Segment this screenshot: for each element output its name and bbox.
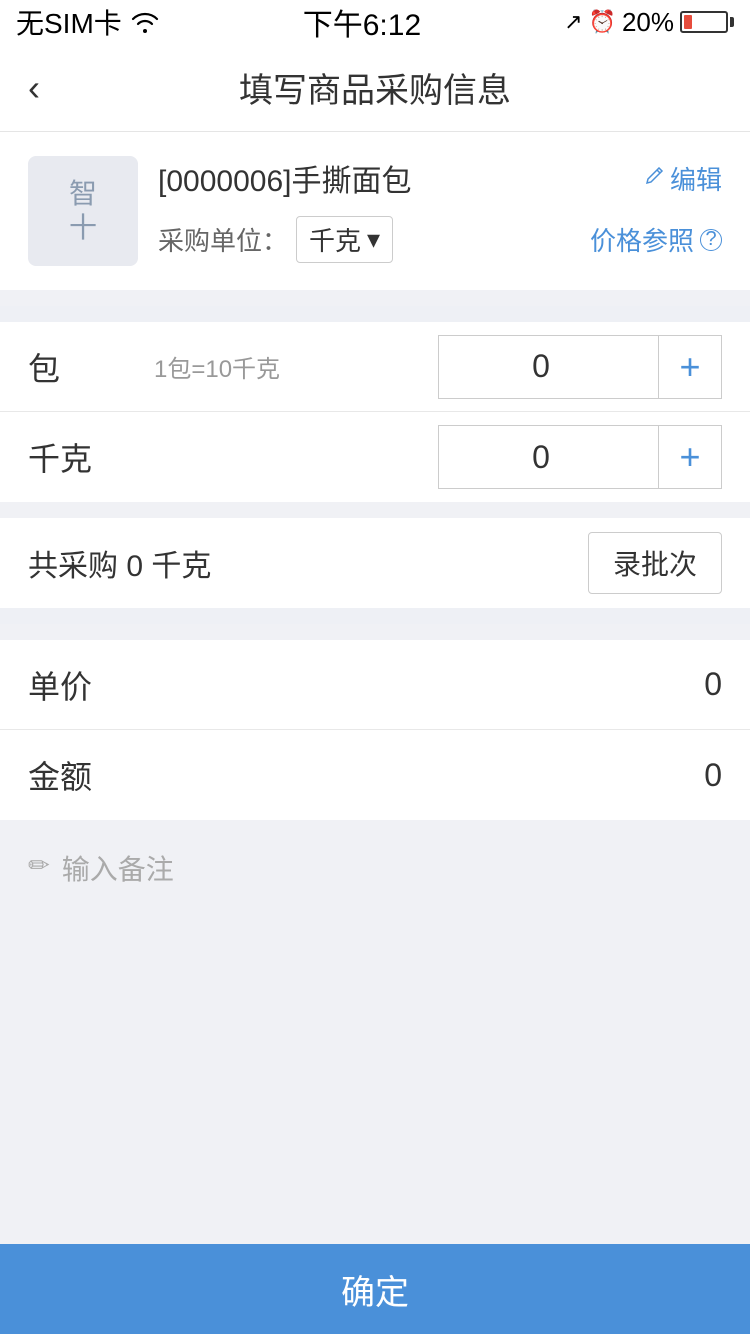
bao-plus-button[interactable]: +	[658, 335, 722, 399]
alarm-icon: ⏰	[589, 9, 616, 35]
bao-input-right: +	[438, 335, 722, 399]
note-placeholder: 输入备注	[62, 848, 174, 888]
nav-bar: ‹ 填写商品采购信息	[0, 44, 750, 132]
bao-quantity-input[interactable]	[438, 335, 658, 399]
summary-text: 共采购 0 千克	[28, 541, 211, 585]
batch-button[interactable]: 录批次	[588, 532, 722, 594]
product-header: [0000006]手撕面包 编辑	[158, 156, 722, 200]
unit-price-row: 单价 0	[0, 640, 750, 730]
amount-value: 0	[704, 757, 722, 794]
kg-plus-button[interactable]: +	[658, 425, 722, 489]
page-title: 填写商品采购信息	[239, 63, 511, 112]
product-name: [0000006]手撕面包	[158, 156, 411, 200]
battery-icon	[680, 11, 734, 33]
bao-sub: 1包=10千克	[154, 349, 280, 384]
product-info: [0000006]手撕面包 编辑 采购单位： 千克 ▾ 价格参照 ?	[158, 156, 722, 263]
amount-row: 金额 0	[0, 730, 750, 820]
location-icon: ↗	[564, 9, 582, 35]
bao-input-row: 包 1包=10千克 +	[0, 322, 750, 412]
price-ref-button[interactable]: 价格参照 ?	[590, 221, 722, 258]
wifi-icon	[130, 11, 160, 33]
status-time: 下午6:12	[303, 0, 421, 44]
kg-input-row: 千克 +	[0, 412, 750, 502]
pencil-icon: ✏	[28, 850, 50, 881]
edit-button[interactable]: 编辑	[644, 160, 722, 197]
unit-price-value: 0	[704, 666, 722, 703]
product-logo: 智 十	[69, 177, 97, 244]
note-area[interactable]: ✏ 输入备注	[0, 820, 750, 920]
confirm-button[interactable]: 确定	[0, 1244, 750, 1334]
battery-percent: 20%	[622, 7, 674, 38]
content-fill	[0, 920, 750, 1220]
amount-label: 金额	[28, 752, 92, 798]
status-right: ↗ ⏰ 20%	[564, 7, 734, 38]
section-divider-2	[0, 608, 750, 624]
product-thumbnail: 智 十	[28, 156, 138, 266]
carrier-label: 无SIM卡	[16, 2, 122, 42]
product-card: 智 十 [0000006]手撕面包 编辑 采购单位： 千克 ▾	[0, 132, 750, 290]
kg-label: 千克	[28, 434, 148, 480]
section-divider-1	[0, 306, 750, 322]
product-meta: 采购单位： 千克 ▾ 价格参照 ?	[158, 216, 722, 263]
summary-row: 共采购 0 千克 录批次	[0, 518, 750, 608]
info-icon: ?	[700, 229, 722, 251]
status-bar: 无SIM卡 下午6:12 ↗ ⏰ 20%	[0, 0, 750, 44]
kg-quantity-input[interactable]	[438, 425, 658, 489]
quantity-input-section: 包 1包=10千克 + 千克 +	[0, 322, 750, 502]
back-button[interactable]: ‹	[28, 67, 40, 109]
unit-label: 采购单位：	[158, 221, 288, 258]
price-info-section: 单价 0 金额 0	[0, 640, 750, 820]
unit-price-label: 单价	[28, 662, 92, 708]
status-left: 无SIM卡	[16, 2, 160, 42]
kg-input-right: +	[438, 425, 722, 489]
unit-select[interactable]: 千克 ▾	[296, 216, 393, 263]
bao-label: 包	[28, 344, 148, 390]
edit-icon	[644, 167, 666, 189]
chevron-down-icon: ▾	[367, 224, 380, 255]
